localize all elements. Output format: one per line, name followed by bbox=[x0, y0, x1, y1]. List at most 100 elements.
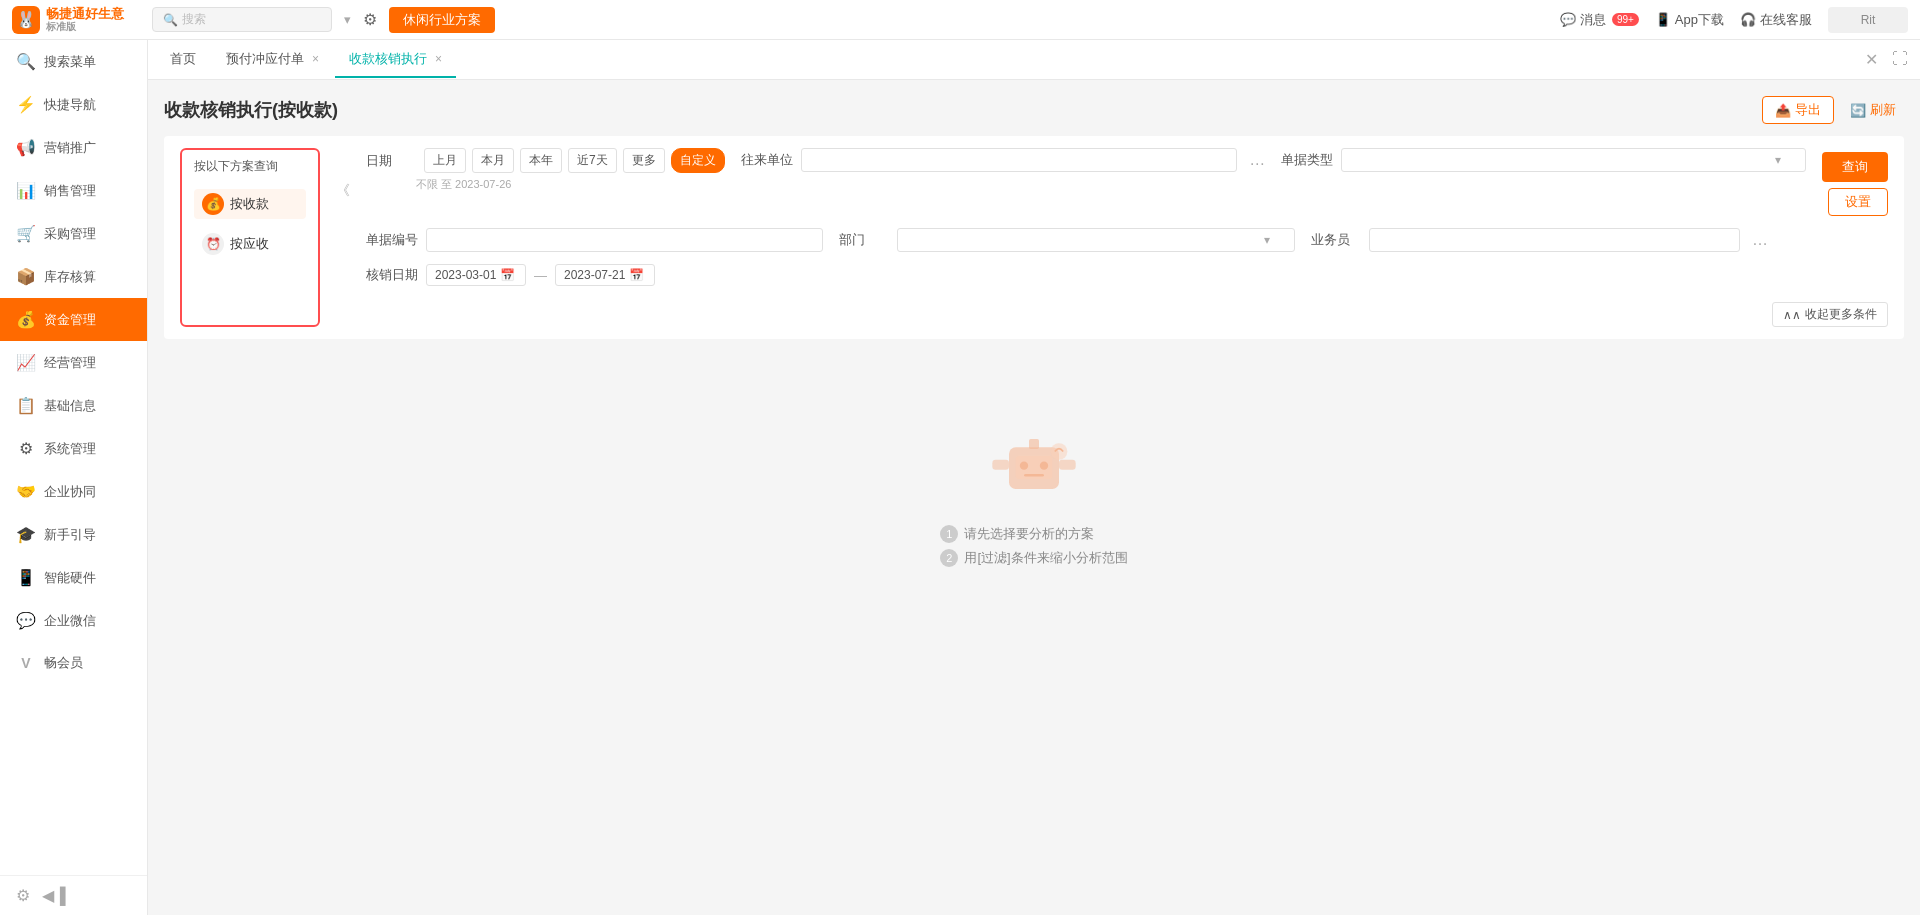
sidebar-label-business: 经营管理 bbox=[44, 354, 96, 372]
sidebar-label-search-menu: 搜索菜单 bbox=[44, 53, 96, 71]
partner-input[interactable] bbox=[801, 148, 1238, 172]
tab-prepay[interactable]: 预付冲应付单 × bbox=[212, 42, 333, 78]
filter-option-by-receivable[interactable]: ⏰ 按应收 bbox=[194, 229, 306, 259]
filter-option-by-receipt[interactable]: 💰 按收款 bbox=[194, 189, 306, 219]
staff-input[interactable] bbox=[1369, 228, 1740, 252]
quick-nav-icon: ⚡ bbox=[16, 95, 36, 114]
sidebar-item-basic[interactable]: 📋 基础信息 bbox=[0, 384, 147, 427]
sidebar-item-hardware[interactable]: 📱 智能硬件 bbox=[0, 556, 147, 599]
refresh-button[interactable]: 🔄 刷新 bbox=[1842, 96, 1904, 124]
verify-date-field: 核销日期 2023-03-01 📅 — 2023-07-21 📅 bbox=[366, 264, 655, 286]
svg-point-8 bbox=[1051, 443, 1068, 460]
tip-num-1: 1 bbox=[940, 525, 958, 543]
filter-options-panel: 按以下方案查询 💰 按收款 ⏰ 按应收 bbox=[180, 148, 320, 327]
sidebar-label-system: 系统管理 bbox=[44, 440, 96, 458]
dropdown-icon[interactable]: ▾ bbox=[344, 12, 351, 27]
partner-field: 往来单位 … bbox=[741, 148, 1266, 172]
by-receivable-icon: ⏰ bbox=[202, 233, 224, 255]
logo-icon: 🐰 bbox=[12, 6, 40, 34]
partner-dots[interactable]: … bbox=[1249, 151, 1265, 169]
page-actions: 📤 导出 🔄 刷新 bbox=[1762, 96, 1904, 124]
collapse-more-btn[interactable]: ∧∧ 收起更多条件 bbox=[1772, 302, 1888, 327]
this-month-btn[interactable]: 本月 bbox=[472, 148, 514, 173]
sidebar-item-wechat[interactable]: 💬 企业微信 bbox=[0, 599, 147, 642]
filter-section-title: 按以下方案查询 bbox=[194, 158, 306, 175]
dept-label: 部门 bbox=[839, 231, 889, 249]
doc-no-label: 单据编号 bbox=[366, 231, 418, 249]
sidebar-item-inventory[interactable]: 📦 库存核算 bbox=[0, 255, 147, 298]
doc-type-field: 单据类型 ▾ bbox=[1281, 148, 1806, 172]
collapse-sidebar-icon[interactable]: ◀▐ bbox=[42, 886, 65, 905]
fullscreen-icon[interactable]: ⛶ bbox=[1888, 46, 1912, 73]
collapse-more-label: 收起更多条件 bbox=[1805, 306, 1877, 323]
last7-btn[interactable]: 近7天 bbox=[568, 148, 617, 173]
verify-date-start[interactable]: 2023-03-01 📅 bbox=[426, 264, 526, 286]
solution-button[interactable]: 休闲行业方案 bbox=[389, 7, 495, 33]
tab-receipt[interactable]: 收款核销执行 × bbox=[335, 42, 456, 78]
doc-no-input[interactable] bbox=[426, 228, 823, 252]
more-btn[interactable]: 更多 bbox=[623, 148, 665, 173]
cooperation-icon: 🤝 bbox=[16, 482, 36, 501]
search-box[interactable]: 🔍 搜索 bbox=[152, 7, 332, 32]
empty-illustration bbox=[984, 419, 1084, 509]
app-download-item[interactable]: 📱 App下载 bbox=[1655, 11, 1724, 29]
sidebar-label-wechat: 企业微信 bbox=[44, 612, 96, 630]
tab-receipt-label: 收款核销执行 bbox=[349, 50, 427, 68]
dept-field: 部门 ▾ bbox=[839, 228, 1296, 252]
sidebar-item-quick-nav[interactable]: ⚡ 快捷导航 bbox=[0, 83, 147, 126]
sidebar-item-guide[interactable]: 🎓 新手引导 bbox=[0, 513, 147, 556]
message-icon: 💬 bbox=[1560, 12, 1576, 27]
collapse-button[interactable]: 《 bbox=[332, 178, 354, 204]
tab-home-label: 首页 bbox=[170, 50, 196, 68]
sidebar-item-search-menu[interactable]: 🔍 搜索菜单 bbox=[0, 40, 147, 83]
svg-rect-7 bbox=[1059, 460, 1076, 470]
sidebar-item-finance[interactable]: 💰 资金管理 bbox=[0, 298, 147, 341]
sidebar-bottom: ⚙ ◀▐ bbox=[0, 875, 147, 915]
dept-select[interactable]: ▾ bbox=[897, 228, 1296, 252]
this-year-btn[interactable]: 本年 bbox=[520, 148, 562, 173]
last-month-btn[interactable]: 上月 bbox=[424, 148, 466, 173]
tab-home[interactable]: 首页 bbox=[156, 42, 210, 78]
settings-bottom-icon[interactable]: ⚙ bbox=[16, 886, 30, 905]
user-avatar[interactable]: Rit bbox=[1828, 7, 1908, 33]
date-limit-text: 不限 至 2023-07-26 bbox=[416, 177, 511, 192]
tab-prepay-close[interactable]: × bbox=[312, 52, 319, 66]
export-icon: 📤 bbox=[1775, 103, 1791, 118]
sidebar-item-business[interactable]: 📈 经营管理 bbox=[0, 341, 147, 384]
setting-button[interactable]: 设置 bbox=[1828, 188, 1888, 216]
sidebar-label-cooperation: 企业协同 bbox=[44, 483, 96, 501]
sidebar-label-inventory: 库存核算 bbox=[44, 268, 96, 286]
date-range-separator: — bbox=[534, 268, 547, 283]
partner-label: 往来单位 bbox=[741, 151, 793, 169]
query-button[interactable]: 查询 bbox=[1822, 152, 1888, 182]
main-layout: 🔍 搜索菜单 ⚡ 快捷导航 📢 营销推广 📊 销售管理 🛒 采购管理 📦 库存核… bbox=[0, 40, 1920, 915]
verify-date-end[interactable]: 2023-07-21 📅 bbox=[555, 264, 655, 286]
close-tab-icon[interactable]: ✕ bbox=[1861, 46, 1882, 73]
date-buttons: 上月 本月 本年 近7天 更多 自定义 bbox=[424, 148, 725, 173]
verify-date-label: 核销日期 bbox=[366, 266, 418, 284]
sidebar-item-purchase[interactable]: 🛒 采购管理 bbox=[0, 212, 147, 255]
guide-icon: 🎓 bbox=[16, 525, 36, 544]
sidebar-item-cooperation[interactable]: 🤝 企业协同 bbox=[0, 470, 147, 513]
custom-btn[interactable]: 自定义 bbox=[671, 148, 725, 173]
tab-receipt-close[interactable]: × bbox=[435, 52, 442, 66]
app-logo: 🐰 畅捷通好生意 标准版 bbox=[12, 6, 124, 34]
online-service-item[interactable]: 🎧 在线客服 bbox=[1740, 11, 1812, 29]
sidebar-item-member[interactable]: V 畅会员 bbox=[0, 642, 147, 684]
doc-type-select[interactable]: ▾ bbox=[1341, 148, 1806, 172]
sidebar-item-system[interactable]: ⚙ 系统管理 bbox=[0, 427, 147, 470]
by-receipt-label: 按收款 bbox=[230, 195, 269, 213]
verify-date-start-text: 2023-03-01 bbox=[435, 268, 496, 282]
date-field: 日期 上月 本月 本年 近7天 更多 自定义 bbox=[366, 148, 725, 192]
sidebar-item-marketing[interactable]: 📢 营销推广 bbox=[0, 126, 147, 169]
page-header: 收款核销执行(按收款) 📤 导出 🔄 刷新 bbox=[164, 96, 1904, 124]
verify-date-end-text: 2023-07-21 bbox=[564, 268, 625, 282]
export-button[interactable]: 📤 导出 bbox=[1762, 96, 1834, 124]
message-item[interactable]: 💬 消息 99+ bbox=[1560, 11, 1639, 29]
sidebar-item-sales[interactable]: 📊 销售管理 bbox=[0, 169, 147, 212]
search-placeholder: 搜索 bbox=[182, 11, 206, 28]
app-download-label: App下载 bbox=[1675, 11, 1724, 29]
staff-dots[interactable]: … bbox=[1752, 231, 1768, 249]
top-bar: 🐰 畅捷通好生意 标准版 🔍 搜索 ▾ ⚙ 休闲行业方案 💬 消息 99+ 📱 … bbox=[0, 0, 1920, 40]
gear-icon[interactable]: ⚙ bbox=[363, 10, 377, 29]
